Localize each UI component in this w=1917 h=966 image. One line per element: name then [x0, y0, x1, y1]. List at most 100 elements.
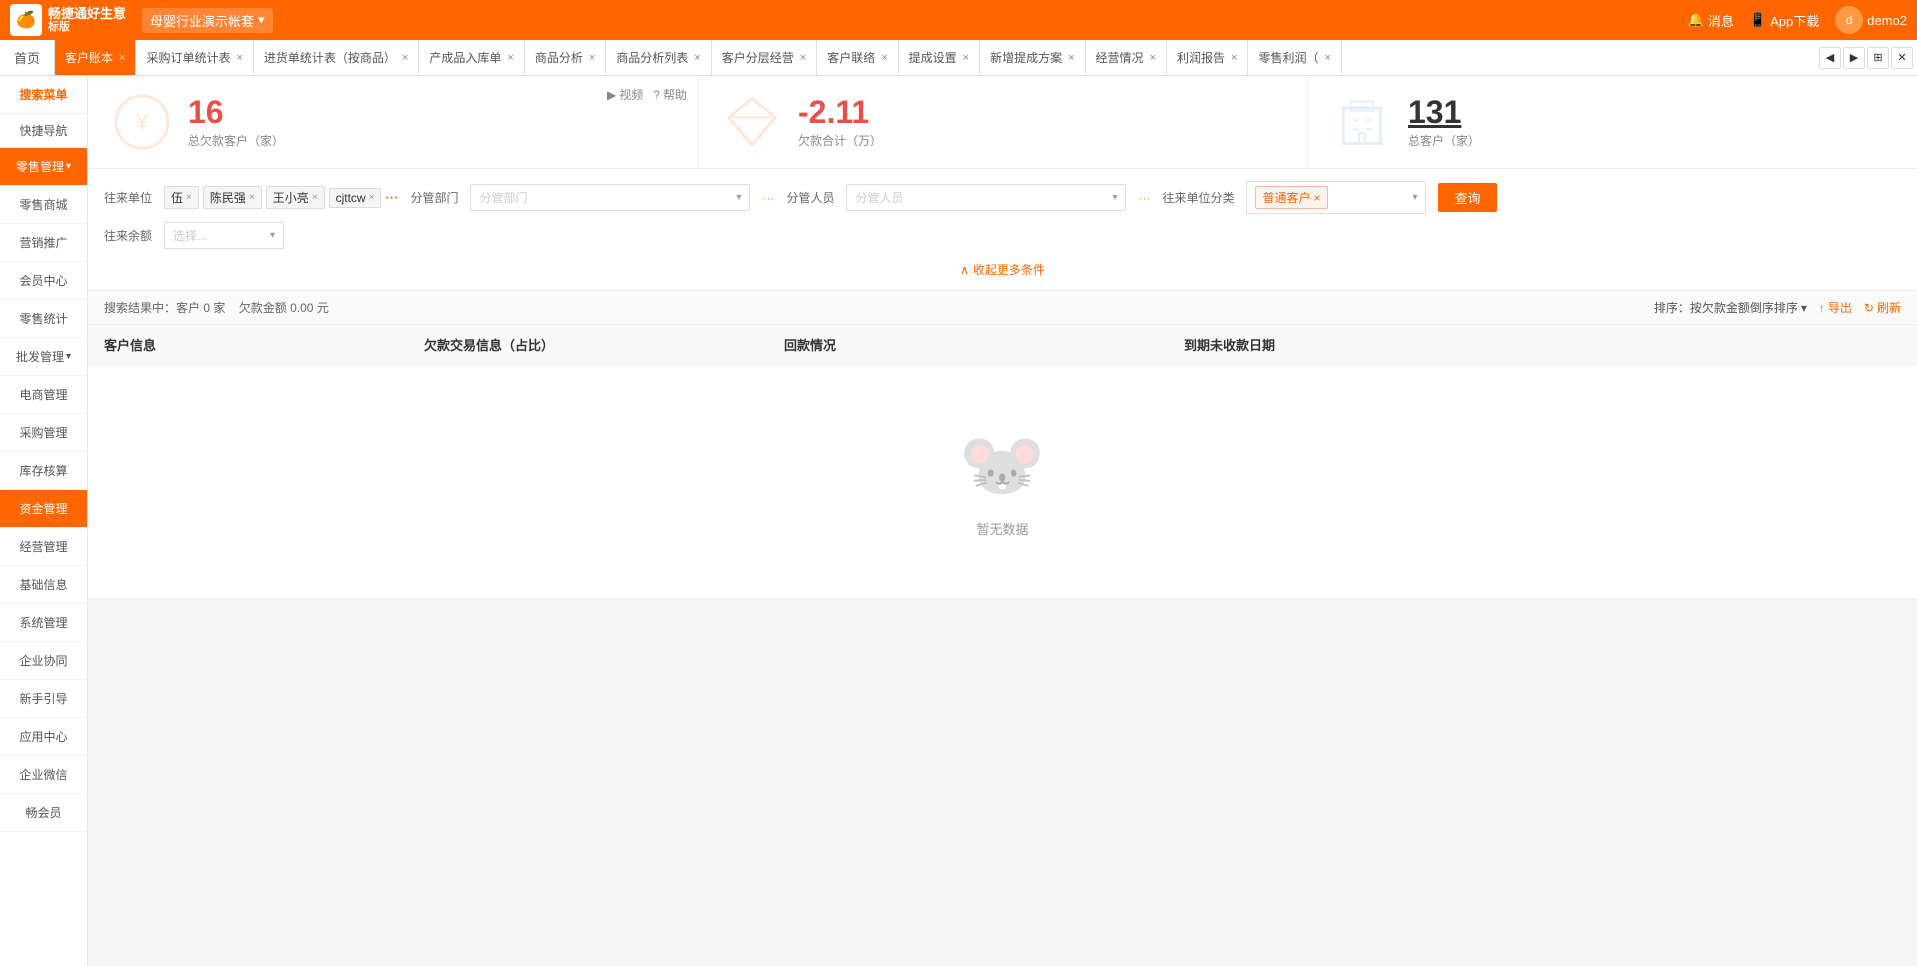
close-tab-product-inbound[interactable]: ×: [507, 52, 513, 64]
tab-operations[interactable]: 经营情况 ×: [1086, 40, 1167, 76]
phone-icon: 📱: [1750, 12, 1766, 28]
close-tab-customer-book[interactable]: ×: [119, 52, 125, 64]
sort-arrow-icon: ▾: [1801, 301, 1807, 315]
close-tab-profit-report[interactable]: ×: [1231, 52, 1237, 64]
more-tags-button[interactable]: ···: [385, 190, 398, 205]
tab-customer-tier[interactable]: 客户分层经营 ×: [712, 40, 817, 76]
sidebar-quick-nav[interactable]: 快捷导航: [0, 114, 87, 148]
close-tab-inbound[interactable]: ×: [402, 52, 408, 64]
close-tab-new-promotion[interactable]: ×: [1068, 52, 1074, 64]
tag-chen: 陈民强 ×: [203, 186, 262, 209]
logo-icon: 🍊: [10, 4, 42, 36]
sidebar-item-retail-mall[interactable]: 零售商城: [0, 186, 87, 224]
overdue-customers-label: 总欠款客户（家）: [188, 132, 284, 149]
tab-navigation: ◀ ▶ ⊞ ✕: [1815, 47, 1917, 69]
video-help: ▶ 视频 ? 帮助: [607, 86, 687, 103]
remove-tag-chen[interactable]: ×: [249, 192, 255, 203]
sidebar-item-ecommerce[interactable]: 电商管理: [0, 376, 87, 414]
video-button[interactable]: ▶ 视频: [607, 86, 643, 103]
sidebar-item-app-center[interactable]: 应用中心: [0, 718, 87, 756]
sidebar-item-wholesale-mgmt[interactable]: 批发管理 ▾: [0, 338, 87, 376]
close-tab-promotion-settings[interactable]: ×: [963, 52, 969, 64]
overdue-customers-value: 16: [188, 96, 284, 128]
total-customers-label: 总客户（家）: [1408, 132, 1480, 149]
close-tab-product-analysis-list[interactable]: ×: [694, 52, 700, 64]
avatar: d: [1835, 6, 1863, 34]
tab-prev-button[interactable]: ◀: [1819, 47, 1841, 69]
dept-select[interactable]: 分管部门 ▾: [470, 184, 750, 211]
help-button[interactable]: ? 帮助: [653, 86, 687, 103]
company-type-select[interactable]: 普通客户 × ▾: [1246, 181, 1426, 214]
stats-row: ¥ 16 总欠款客户（家） ▶ 视频 ? 帮助: [88, 76, 1917, 169]
messages-button[interactable]: 🔔 消息: [1688, 11, 1734, 30]
close-tab-customer-contact[interactable]: ×: [881, 52, 887, 64]
tab-purchase-order[interactable]: 采购订单统计表 ×: [136, 40, 253, 76]
person-more-btn[interactable]: ···: [1138, 191, 1150, 205]
data-table: 客户信息 欠款交易信息（占比） 回款情况 到期未收款日期 🐭 暂无数据: [88, 325, 1917, 598]
sidebar-search[interactable]: 搜索菜单: [0, 76, 87, 114]
tab-next-button[interactable]: ▶: [1843, 47, 1865, 69]
close-tab-purchase-order[interactable]: ×: [236, 52, 242, 64]
tab-inbound-stats[interactable]: 进货单统计表（按商品） ×: [254, 40, 419, 76]
company-tags: 伍 × 陈民强 × 王小亮 ×: [164, 186, 398, 209]
close-tab-retail-profit[interactable]: ×: [1324, 52, 1330, 64]
tab-customer-contact[interactable]: 客户联络 ×: [817, 40, 898, 76]
tab-new-promotion[interactable]: 新增提成方案 ×: [980, 40, 1085, 76]
sidebar-item-retail-mgmt[interactable]: 零售管理 ▾: [0, 148, 87, 186]
export-icon: ↑: [1819, 301, 1825, 315]
diamond-icon: [722, 92, 782, 152]
account-selector[interactable]: 母婴行业演示帐套 ▾: [142, 8, 273, 33]
remove-tag-wang[interactable]: ×: [312, 192, 318, 203]
filter-area: 往来单位 伍 × 陈民强 × 王小亮: [88, 169, 1917, 291]
results-bar: 搜索结果中：客户 0 家 欠款金额 0.00 元 排序：按欠款金额倒序排序 ▾: [88, 291, 1917, 325]
logo: 🍊 畅捷通好生意 标版: [10, 4, 126, 36]
sidebar-item-enterprise-collab[interactable]: 企业协同: [0, 642, 87, 680]
tab-customer-book[interactable]: 客户账本 ×: [55, 40, 136, 76]
total-customers-value: 131: [1408, 96, 1480, 128]
dept-select-arrow: ▾: [736, 192, 741, 203]
tab-product-analysis-list[interactable]: 商品分析列表 ×: [606, 40, 711, 76]
sidebar-item-retail-stats[interactable]: 零售统计: [0, 300, 87, 338]
sort-button[interactable]: 排序：按欠款金额倒序排序 ▾: [1654, 299, 1807, 316]
sidebar-item-enterprise-wechat[interactable]: 企业微信: [0, 756, 87, 794]
tab-retail-profit[interactable]: 零售利润（ ×: [1248, 40, 1341, 76]
sidebar-item-purchase[interactable]: 采购管理: [0, 414, 87, 452]
remove-tag-cjttcw[interactable]: ×: [369, 192, 375, 203]
sidebar-item-marketing[interactable]: 营销推广: [0, 224, 87, 262]
tab-promotion-settings[interactable]: 提成设置 ×: [899, 40, 980, 76]
refresh-button[interactable]: ↻ 刷新: [1864, 299, 1901, 316]
person-select[interactable]: 分管人员 ▾: [846, 184, 1126, 211]
remove-company-type[interactable]: ×: [1314, 191, 1321, 205]
query-button[interactable]: 查询: [1438, 183, 1496, 212]
close-tab-operations[interactable]: ×: [1150, 52, 1156, 64]
remove-tag-wu[interactable]: ×: [186, 192, 192, 203]
tab-home[interactable]: 首页: [0, 40, 55, 76]
sidebar-item-system[interactable]: 系统管理: [0, 604, 87, 642]
empty-text: 暂无数据: [976, 519, 1028, 538]
refresh-icon: ↻: [1864, 301, 1874, 315]
balance-select[interactable]: 选择... ▾: [164, 222, 284, 249]
tag-wu: 伍 ×: [164, 186, 199, 209]
app-download-button[interactable]: 📱 App下载: [1750, 11, 1819, 30]
tab-expand-button[interactable]: ⊞: [1867, 47, 1889, 69]
company-filter-label: 往来单位: [104, 189, 152, 206]
collapse-filters-button[interactable]: ∧ 收起更多条件: [960, 261, 1045, 278]
sidebar-item-member-center[interactable]: 会员中心: [0, 262, 87, 300]
export-button[interactable]: ↑ 导出: [1819, 299, 1852, 316]
sidebar-item-inventory[interactable]: 库存核算: [0, 452, 87, 490]
tab-product-analysis[interactable]: 商品分析 ×: [525, 40, 606, 76]
tab-profit-report[interactable]: 利润报告 ×: [1167, 40, 1248, 76]
tab-close-all-button[interactable]: ✕: [1891, 47, 1913, 69]
sidebar-item-finance[interactable]: 资金管理: [0, 490, 87, 528]
close-tab-customer-tier[interactable]: ×: [800, 52, 806, 64]
close-tab-product-analysis[interactable]: ×: [589, 52, 595, 64]
dept-more-btn[interactable]: ···: [762, 191, 774, 205]
sidebar-item-member[interactable]: 畅会员: [0, 794, 87, 832]
sidebar-item-basic-info[interactable]: 基础信息: [0, 566, 87, 604]
stat-overdue-amount: -2.11 欠款合计（万）: [698, 76, 1308, 168]
sidebar-item-operations[interactable]: 经营管理: [0, 528, 87, 566]
user-menu-button[interactable]: d demo2: [1835, 6, 1907, 34]
tab-product-inbound[interactable]: 产成品入库单 ×: [419, 40, 524, 76]
empty-illustration: 🐭: [959, 425, 1046, 507]
sidebar-item-new-guide[interactable]: 新手引导: [0, 680, 87, 718]
